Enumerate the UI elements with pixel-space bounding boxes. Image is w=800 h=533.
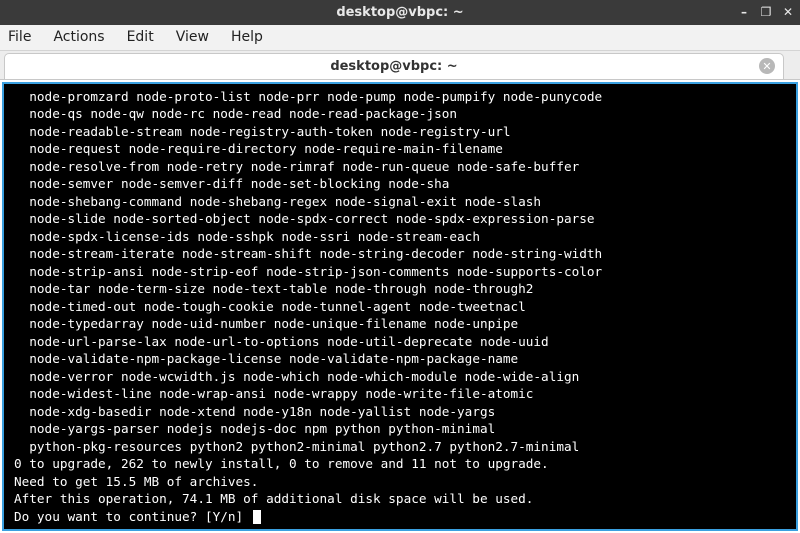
terminal-wrap: node-promzard node-proto-list node-prr n… bbox=[0, 80, 800, 533]
terminal-line: python-pkg-resources python2 python2-min… bbox=[14, 438, 786, 456]
menu-view[interactable]: View bbox=[176, 29, 209, 45]
terminal-line: node-validate-npm-package-license node-v… bbox=[14, 350, 786, 368]
terminal-line: node-timed-out node-tough-cookie node-tu… bbox=[14, 298, 786, 316]
minimize-icon[interactable]: – bbox=[736, 4, 752, 20]
terminal-line: node-request node-require-directory node… bbox=[14, 140, 786, 158]
tab-terminal[interactable]: desktop@vbpc: ~ ✕ bbox=[4, 53, 784, 79]
close-icon[interactable]: ✕ bbox=[780, 4, 796, 20]
menu-file[interactable]: File bbox=[8, 29, 31, 45]
menu-edit[interactable]: Edit bbox=[127, 29, 154, 45]
maximize-icon[interactable]: ❐ bbox=[758, 4, 774, 20]
terminal-line: node-yargs-parser nodejs nodejs-doc npm … bbox=[14, 420, 786, 438]
terminal-line: node-verror node-wcwidth.js node-which n… bbox=[14, 368, 786, 386]
window-controls: – ❐ ✕ bbox=[736, 4, 796, 20]
terminal-line: node-stream-iterate node-stream-shift no… bbox=[14, 245, 786, 263]
tab-close-icon[interactable]: ✕ bbox=[759, 58, 775, 74]
terminal-line: node-semver node-semver-diff node-set-bl… bbox=[14, 175, 786, 193]
titlebar: desktop@vbpc: ~ – ❐ ✕ bbox=[0, 0, 800, 25]
terminal-line: node-widest-line node-wrap-ansi node-wra… bbox=[14, 385, 786, 403]
menu-help[interactable]: Help bbox=[231, 29, 263, 45]
terminal-line: 0 to upgrade, 262 to newly install, 0 to… bbox=[14, 455, 786, 473]
tab-label: desktop@vbpc: ~ bbox=[330, 59, 457, 74]
window-title: desktop@vbpc: ~ bbox=[336, 5, 463, 20]
terminal-line: node-readable-stream node-registry-auth-… bbox=[14, 123, 786, 141]
terminal-line: After this operation, 74.1 MB of additio… bbox=[14, 490, 786, 508]
terminal-line: Do you want to continue? [Y/n] bbox=[14, 508, 786, 526]
tabbar: desktop@vbpc: ~ ✕ bbox=[0, 51, 800, 79]
menu-actions[interactable]: Actions bbox=[53, 29, 104, 45]
terminal-line: node-xdg-basedir node-xtend node-y18n no… bbox=[14, 403, 786, 421]
terminal-output[interactable]: node-promzard node-proto-list node-prr n… bbox=[2, 82, 798, 532]
terminal-line: node-promzard node-proto-list node-prr n… bbox=[14, 88, 786, 106]
terminal-line: node-spdx-license-ids node-sshpk node-ss… bbox=[14, 228, 786, 246]
app-window: desktop@vbpc: ~ – ❐ ✕ File Actions Edit … bbox=[0, 0, 800, 533]
terminal-line: node-url-parse-lax node-url-to-options n… bbox=[14, 333, 786, 351]
terminal-line: node-qs node-qw node-rc node-read node-r… bbox=[14, 105, 786, 123]
terminal-line: node-strip-ansi node-strip-eof node-stri… bbox=[14, 263, 786, 281]
cursor bbox=[253, 510, 261, 524]
terminal-line: node-slide node-sorted-object node-spdx-… bbox=[14, 210, 786, 228]
terminal-line: node-typedarray node-uid-number node-uni… bbox=[14, 315, 786, 333]
terminal-line: node-shebang-command node-shebang-regex … bbox=[14, 193, 786, 211]
terminal-line: Need to get 15.5 MB of archives. bbox=[14, 473, 786, 491]
terminal-line: node-resolve-from node-retry node-rimraf… bbox=[14, 158, 786, 176]
menubar: File Actions Edit View Help bbox=[0, 25, 800, 52]
terminal-line: node-tar node-term-size node-text-table … bbox=[14, 280, 786, 298]
